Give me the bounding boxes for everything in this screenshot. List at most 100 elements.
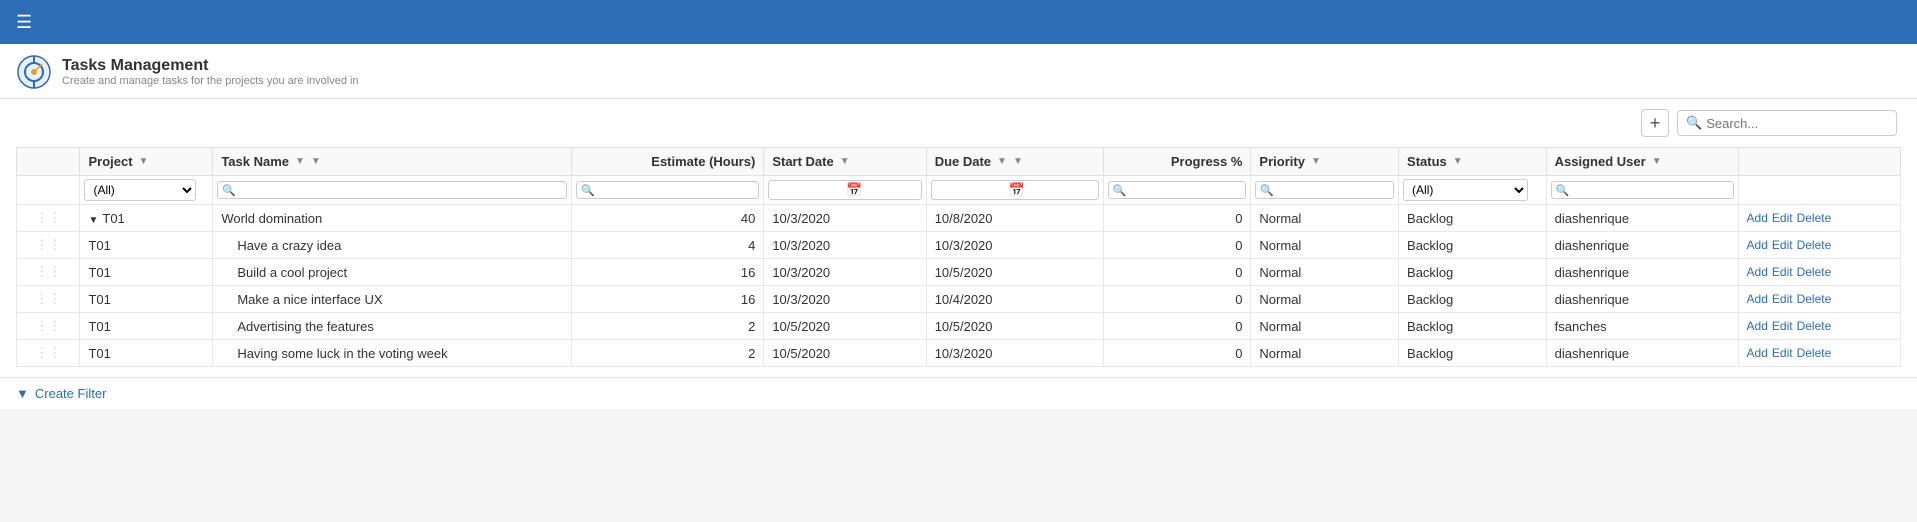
drag-handle[interactable]: ⋮⋮	[17, 340, 80, 367]
search-box: 🔍	[1677, 110, 1897, 136]
priority-filter-input[interactable]	[1277, 183, 1389, 197]
app-subtitle: Create and manage tasks for the projects…	[62, 75, 359, 87]
cell-duedate: 10/4/2020	[926, 286, 1103, 313]
th-assigned: Assigned User ▼	[1546, 148, 1738, 176]
cell-actions: Add Edit Delete	[1738, 232, 1900, 259]
progress-filter-input[interactable]	[1130, 183, 1242, 197]
cell-startdate: 10/3/2020	[764, 205, 926, 232]
assigned-search-icon: 🔍	[1556, 184, 1570, 197]
filter-actions	[1738, 176, 1900, 205]
add-link[interactable]: Add	[1747, 319, 1768, 333]
add-link[interactable]: Add	[1747, 238, 1768, 252]
edit-link[interactable]: Edit	[1772, 211, 1793, 225]
drag-handle[interactable]: ⋮⋮	[17, 232, 80, 259]
create-filter-link[interactable]: Create Filter	[35, 386, 107, 401]
cell-assigned: diashenrique	[1546, 205, 1738, 232]
cell-startdate: 10/3/2020	[764, 232, 926, 259]
project-filter-icon[interactable]: ▼	[139, 156, 149, 167]
hamburger-icon[interactable]: ☰	[16, 12, 32, 33]
delete-link[interactable]: Delete	[1797, 265, 1832, 279]
estimate-filter-input[interactable]	[598, 183, 754, 197]
edit-link[interactable]: Edit	[1772, 238, 1793, 252]
cell-actions: Add Edit Delete	[1738, 340, 1900, 367]
taskname-filter-icon[interactable]: ▼	[295, 156, 305, 167]
drag-handle[interactable]: ⋮⋮	[17, 286, 80, 313]
duedate-filter-icon[interactable]: ▼	[997, 156, 1007, 167]
cell-actions: Add Edit Delete	[1738, 313, 1900, 340]
bottom-bar: ▼ Create Filter	[0, 377, 1917, 409]
assigned-filter-input[interactable]	[1572, 183, 1728, 197]
cell-estimate: 2	[572, 340, 764, 367]
expand-arrow[interactable]: ▼	[88, 215, 98, 226]
cell-duedate: 10/3/2020	[926, 232, 1103, 259]
taskname-filter-icon2[interactable]: ▼	[311, 156, 321, 167]
cell-estimate: 4	[572, 232, 764, 259]
startdate-filter-input[interactable]	[773, 183, 843, 197]
delete-link[interactable]: Delete	[1797, 292, 1832, 306]
cell-priority: Normal	[1251, 313, 1399, 340]
cell-progress: 0	[1103, 340, 1251, 367]
startdate-calendar-icon[interactable]: 📅	[846, 182, 862, 198]
th-actions	[1738, 148, 1900, 176]
add-link[interactable]: Add	[1747, 211, 1768, 225]
drag-handle[interactable]: ⋮⋮	[17, 205, 80, 232]
drag-handle[interactable]: ⋮⋮	[17, 259, 80, 286]
edit-link[interactable]: Edit	[1772, 265, 1793, 279]
add-link[interactable]: Add	[1747, 346, 1768, 360]
cell-project: T01	[80, 286, 213, 313]
startdate-filter-icon[interactable]: ▼	[840, 156, 850, 167]
table-header-row: Project ▼ Task Name ▼ ▼ Estimate (Hours)	[17, 148, 1901, 176]
cell-taskname: Make a nice interface UX	[213, 286, 572, 313]
cell-status: Backlog	[1399, 340, 1547, 367]
cell-duedate: 10/5/2020	[926, 259, 1103, 286]
cell-estimate: 16	[572, 259, 764, 286]
edit-link[interactable]: Edit	[1772, 319, 1793, 333]
cell-assigned: fsanches	[1546, 313, 1738, 340]
delete-link[interactable]: Delete	[1797, 346, 1832, 360]
th-progress: Progress %	[1103, 148, 1251, 176]
top-bar: ☰	[0, 0, 1917, 44]
progress-search-icon: 🔍	[1113, 184, 1127, 197]
project-filter-select[interactable]: (All)	[84, 179, 195, 201]
delete-link[interactable]: Delete	[1797, 319, 1832, 333]
status-filter-select[interactable]: (All)	[1403, 179, 1528, 201]
filter-estimate: 🔍	[572, 176, 764, 205]
taskname-filter-input[interactable]	[239, 183, 562, 197]
search-input[interactable]	[1706, 116, 1888, 131]
cell-startdate: 10/5/2020	[764, 313, 926, 340]
cell-assigned: diashenrique	[1546, 286, 1738, 313]
duedate-calendar-icon[interactable]: 📅	[1009, 182, 1025, 198]
duedate-filter-input[interactable]	[936, 183, 1006, 197]
drag-handle[interactable]: ⋮⋮	[17, 313, 80, 340]
cell-actions: Add Edit Delete	[1738, 259, 1900, 286]
duedate-filter-icon2[interactable]: ▼	[1013, 156, 1023, 167]
cell-taskname: Build a cool project	[213, 259, 572, 286]
cell-status: Backlog	[1399, 205, 1547, 232]
edit-link[interactable]: Edit	[1772, 292, 1793, 306]
add-button[interactable]: +	[1641, 109, 1669, 137]
cell-taskname: Advertising the features	[213, 313, 572, 340]
edit-link[interactable]: Edit	[1772, 346, 1793, 360]
status-filter-icon[interactable]: ▼	[1453, 156, 1463, 167]
add-link[interactable]: Add	[1747, 265, 1768, 279]
cell-duedate: 10/8/2020	[926, 205, 1103, 232]
cell-status: Backlog	[1399, 286, 1547, 313]
th-priority: Priority ▼	[1251, 148, 1399, 176]
priority-filter-icon[interactable]: ▼	[1311, 156, 1321, 167]
cell-project: T01	[80, 259, 213, 286]
th-drag	[17, 148, 80, 176]
table-row: ⋮⋮T01Make a nice interface UX1610/3/2020…	[17, 286, 1901, 313]
table-row: ⋮⋮T01Having some luck in the voting week…	[17, 340, 1901, 367]
add-link[interactable]: Add	[1747, 292, 1768, 306]
table-row: ⋮⋮T01Have a crazy idea410/3/202010/3/202…	[17, 232, 1901, 259]
cell-progress: 0	[1103, 286, 1251, 313]
delete-link[interactable]: Delete	[1797, 211, 1832, 225]
toolbar: + 🔍	[16, 109, 1901, 137]
th-startdate: Start Date ▼	[764, 148, 926, 176]
delete-link[interactable]: Delete	[1797, 238, 1832, 252]
cell-progress: 0	[1103, 205, 1251, 232]
app-header: Tasks Management Create and manage tasks…	[0, 44, 1917, 99]
th-duedate: Due Date ▼ ▼	[926, 148, 1103, 176]
assigned-filter-icon[interactable]: ▼	[1652, 156, 1662, 167]
th-taskname: Task Name ▼ ▼	[213, 148, 572, 176]
